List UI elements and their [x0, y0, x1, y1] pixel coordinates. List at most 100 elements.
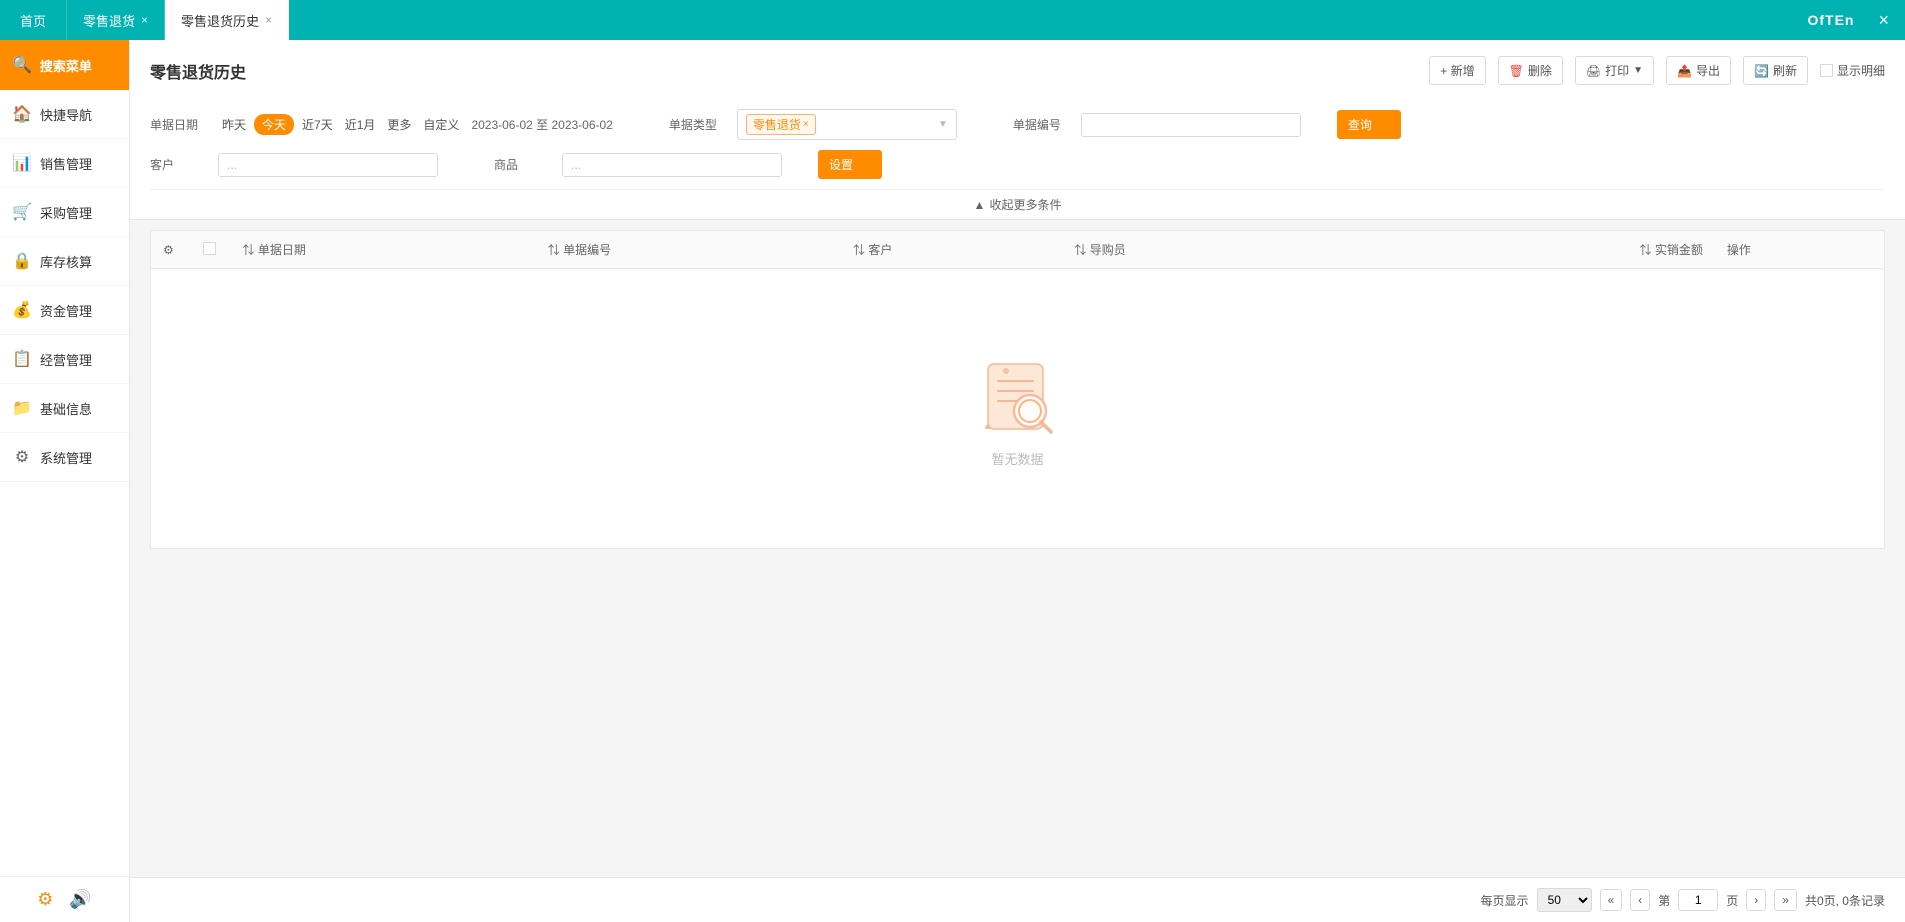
- last-page-button[interactable]: »: [1774, 889, 1797, 911]
- th-doc-no[interactable]: ⇅ 单据编号: [536, 231, 841, 269]
- date-options: 昨天 今天 近7天 近1月 更多 自定义: [218, 114, 463, 135]
- top-bar: 首页 零售退货 × 零售退货历史 × OfTEn ×: [0, 0, 1905, 40]
- type-select-arrow: ▼: [938, 119, 948, 130]
- delete-button[interactable]: 🗑 删除: [1498, 56, 1563, 85]
- prev-page-button[interactable]: ‹: [1630, 889, 1650, 911]
- print-button[interactable]: 🖨 打印 ▼: [1575, 56, 1654, 85]
- print-icon: 🖨: [1586, 64, 1601, 78]
- empty-illustration: [968, 349, 1068, 449]
- finance-icon: 💰: [12, 300, 32, 320]
- total-info: 共0页, 0条记录: [1805, 892, 1885, 909]
- goods-filter-input[interactable]: ...: [562, 153, 782, 177]
- th-date[interactable]: ⇅ 单据日期: [231, 231, 536, 269]
- date-opt-today[interactable]: 今天: [254, 114, 294, 135]
- date-opt-7days[interactable]: 近7天: [298, 114, 337, 135]
- th-guide-label: ⇅ 导购员: [1074, 243, 1125, 257]
- th-action-label: 操作: [1727, 243, 1751, 257]
- sidebar-item-inventory[interactable]: 🔒 库存核算: [0, 237, 129, 286]
- print-dropdown-icon: ▼: [1633, 65, 1643, 76]
- filter-area: 单据日期 昨天 今天 近7天 近1月 更多 自定义 2023-06-02 至 2…: [150, 97, 1885, 219]
- table-header: ⚙ ⇅ 单据日期 ⇅ 单据编号 ⇅ 客户: [151, 231, 1885, 269]
- collapse-label: 收起更多条件: [989, 196, 1061, 213]
- tab-retail-return[interactable]: 零售退货 ×: [67, 0, 165, 40]
- display-checkbox[interactable]: [1820, 64, 1833, 77]
- type-filter-select[interactable]: 零售退货 × ▼: [737, 109, 957, 140]
- th-action: 操作: [1715, 231, 1885, 269]
- settings-button[interactable]: 设置: [818, 150, 882, 179]
- sidebar-item-system-mgmt[interactable]: ⚙ 系统管理: [0, 433, 129, 482]
- page-size-select[interactable]: 10 20 50 100: [1537, 888, 1592, 912]
- collapse-bar[interactable]: ▲ 收起更多条件: [150, 189, 1885, 219]
- th-settings[interactable]: ⚙: [151, 231, 191, 269]
- date-opt-custom[interactable]: 自定义: [419, 114, 463, 135]
- select-all-checkbox[interactable]: [203, 242, 216, 255]
- th-checkbox[interactable]: [191, 231, 231, 269]
- title-row: 零售退货历史 + 新增 🗑 删除 🖨 打印 ▼ 📤: [150, 56, 1885, 85]
- sidebar-search-label: 搜索菜单: [40, 56, 92, 75]
- display-toggle[interactable]: 显示明细: [1820, 62, 1885, 79]
- tab-retail-return-history[interactable]: 零售退货历史 ×: [165, 0, 289, 40]
- doc-number-input[interactable]: [1081, 113, 1301, 137]
- type-filter-label: 单据类型: [669, 116, 729, 133]
- delete-button-label: 删除: [1528, 62, 1552, 79]
- th-amount[interactable]: ⇅ 实销金额: [1410, 231, 1715, 269]
- next-page-button[interactable]: ›: [1746, 889, 1766, 911]
- volume-icon[interactable]: 🔊: [69, 889, 91, 910]
- date-opt-1month[interactable]: 近1月: [341, 114, 380, 135]
- th-customer-label: ⇅ 客户: [853, 243, 892, 257]
- first-page-button[interactable]: «: [1600, 889, 1623, 911]
- export-button[interactable]: 📤 导出: [1666, 56, 1731, 85]
- empty-state: 暂无数据: [151, 269, 1884, 548]
- inventory-icon: 🔒: [12, 251, 32, 271]
- search-icon: 🔍: [12, 55, 32, 75]
- quick-nav-icon: 🏠: [12, 104, 32, 124]
- sidebar-item-quick-nav[interactable]: 🏠 快捷导航: [0, 90, 129, 139]
- th-date-label: ⇅ 单据日期: [243, 243, 306, 257]
- th-customer[interactable]: ⇅ 客户: [841, 231, 1062, 269]
- sidebar-item-basic-info[interactable]: 📁 基础信息: [0, 384, 129, 433]
- customer-filter-label: 客户: [150, 156, 210, 173]
- refresh-button[interactable]: 🔄 刷新: [1743, 56, 1808, 85]
- new-button[interactable]: + 新增: [1429, 56, 1485, 85]
- brand-label: OfTEn: [1807, 12, 1854, 28]
- page-size-label: 每页显示: [1481, 892, 1529, 909]
- table-body: 暂无数据: [151, 269, 1885, 549]
- sidebar-item-finance[interactable]: 💰 资金管理: [0, 286, 129, 335]
- delete-icon: 🗑: [1509, 64, 1524, 78]
- tab-retail-return-history-close[interactable]: ×: [265, 13, 272, 27]
- date-opt-yesterday[interactable]: 昨天: [218, 114, 250, 135]
- sidebar-item-sales-label: 销售管理: [40, 154, 92, 173]
- date-opt-more[interactable]: 更多: [383, 114, 415, 135]
- settings-bottom-icon[interactable]: ⚙: [37, 889, 53, 910]
- tab-list: 首页 零售退货 × 零售退货历史 ×: [0, 0, 1807, 40]
- sidebar-search[interactable]: 🔍 搜索菜单: [0, 40, 129, 90]
- content-header: 零售退货历史 + 新增 🗑 删除 🖨 打印 ▼ 📤: [130, 40, 1905, 220]
- refresh-icon: 🔄: [1754, 64, 1769, 78]
- operations-icon: 📋: [12, 349, 32, 369]
- tab-home[interactable]: 首页: [0, 0, 67, 40]
- column-settings-icon[interactable]: ⚙: [163, 243, 174, 257]
- refresh-button-label: 刷新: [1773, 62, 1797, 79]
- th-guide[interactable]: ⇅ 导购员: [1062, 231, 1325, 269]
- query-button-label: 查询: [1348, 116, 1372, 133]
- toolbar: + 新增 🗑 删除 🖨 打印 ▼ 📤 导出: [1429, 56, 1885, 85]
- tab-retail-return-close[interactable]: ×: [141, 13, 148, 27]
- sidebar-item-sales-mgmt[interactable]: 📊 销售管理: [0, 139, 129, 188]
- window-close-button[interactable]: ×: [1862, 10, 1889, 31]
- sidebar-bottom: ⚙ 🔊: [0, 876, 129, 922]
- customer-filter-input[interactable]: ...: [218, 153, 438, 177]
- sidebar-item-system-mgmt-label: 系统管理: [40, 448, 92, 467]
- goods-placeholder: ...: [571, 158, 581, 172]
- sidebar-item-purchase-mgmt[interactable]: 🛒 采购管理: [0, 188, 129, 237]
- sidebar-item-finance-label: 资金管理: [40, 301, 92, 320]
- th-spacer: [1326, 231, 1410, 269]
- pagination-bar: 每页显示 10 20 50 100 « ‹ 第 页 › » 共0页, 0条记录: [130, 877, 1905, 922]
- type-tag-close[interactable]: ×: [803, 119, 809, 130]
- page-title: 零售退货历史: [150, 59, 246, 83]
- page-input[interactable]: [1678, 889, 1718, 911]
- sidebar-item-operations[interactable]: 📋 经营管理: [0, 335, 129, 384]
- purchase-mgmt-icon: 🛒: [12, 202, 32, 222]
- query-button[interactable]: 查询: [1337, 110, 1401, 139]
- customer-placeholder: ...: [227, 158, 237, 172]
- sidebar-item-purchase-label: 采购管理: [40, 203, 92, 222]
